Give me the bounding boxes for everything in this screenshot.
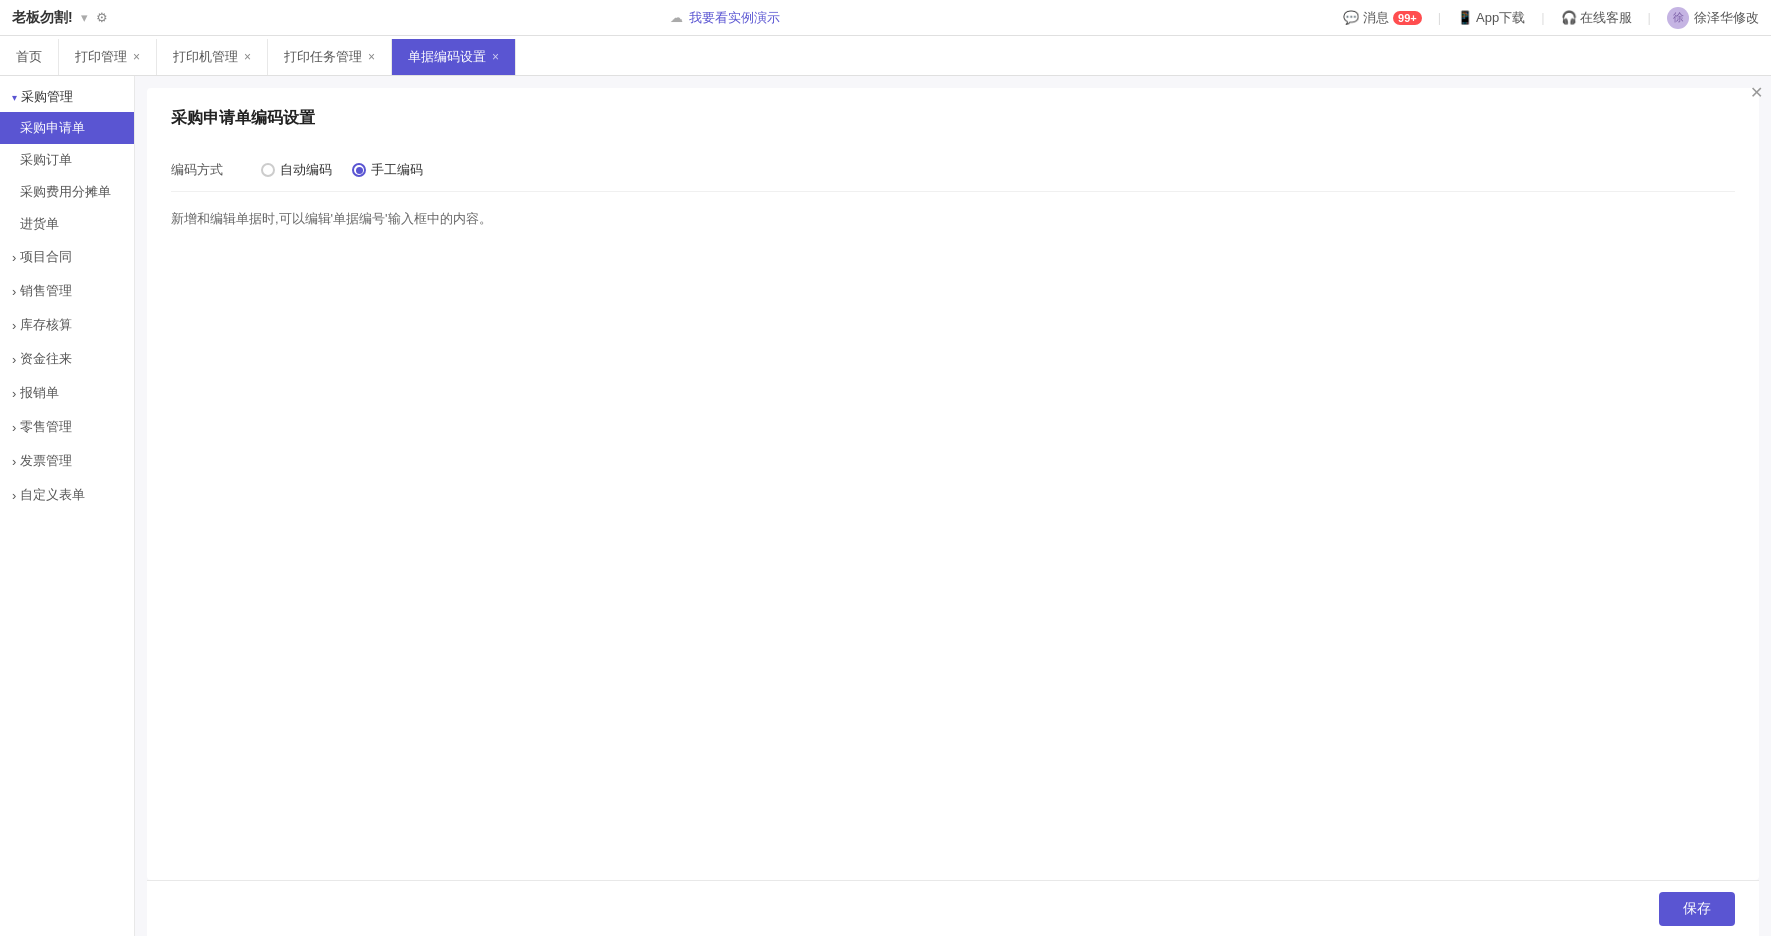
project-arrow-icon: › — [12, 250, 16, 265]
message-icon: 💬 — [1343, 10, 1359, 25]
encoding-label: 编码方式 — [171, 161, 231, 179]
notification-badge: 99+ — [1393, 11, 1422, 25]
sidebar-item-purchase-expense[interactable]: 采购费用分摊单 — [0, 176, 134, 208]
demo-link[interactable]: 我要看实例演示 — [689, 9, 780, 27]
cloud-icon: ☁ — [670, 10, 683, 25]
inventory-arrow-icon: › — [12, 318, 16, 333]
purchase-group-label: 采购管理 — [21, 88, 73, 106]
top-bar-divider: | — [1438, 10, 1441, 25]
custom-forms-arrow-icon: › — [12, 488, 16, 503]
top-bar: 老板勿割! ▾ ⚙ ☁ 我要看实例演示 💬 消息 99+ | 📱 App下载 |… — [0, 0, 1771, 36]
top-bar-right: 💬 消息 99+ | 📱 App下载 | 🎧 在线客服 | 徐 徐泽华修改 — [1343, 7, 1759, 29]
dropdown-icon[interactable]: ▾ — [81, 10, 88, 25]
main-layout: ▾ 采购管理 采购申请单 采购订单 采购费用分摊单 进货单 › 项目合同 › 销… — [0, 76, 1771, 936]
tab-home-label: 首页 — [16, 48, 42, 66]
app-download[interactable]: 📱 App下载 — [1457, 9, 1525, 27]
tab-print-mgmt[interactable]: 打印管理 × — [59, 39, 157, 75]
top-bar-divider2: | — [1541, 10, 1544, 25]
notification-area[interactable]: 💬 消息 99+ — [1343, 9, 1422, 27]
sales-arrow-icon: › — [12, 284, 16, 299]
radio-auto[interactable]: 自动编码 — [261, 161, 332, 179]
sidebar-group-funds[interactable]: › 资金往来 — [0, 342, 134, 376]
top-bar-center: ☁ 我要看实例演示 — [670, 9, 780, 27]
tab-home[interactable]: 首页 — [0, 39, 59, 75]
tab-barcode-settings[interactable]: 单据编码设置 × — [392, 39, 516, 75]
sidebar-group-invoice[interactable]: › 发票管理 — [0, 444, 134, 478]
radio-manual[interactable]: 手工编码 — [352, 161, 423, 179]
purchase-arrow-icon: ▾ — [12, 92, 17, 103]
funds-arrow-icon: › — [12, 352, 16, 367]
user-area[interactable]: 徐 徐泽华修改 — [1667, 7, 1759, 29]
returns-arrow-icon: › — [12, 386, 16, 401]
settings-icon[interactable]: ⚙ — [96, 10, 108, 25]
radio-group: 自动编码 手工编码 — [261, 161, 423, 179]
encoding-section: 编码方式 自动编码 手工编码 — [171, 149, 1735, 192]
page-title: 采购申请单编码设置 — [171, 108, 1735, 129]
tab-printer-mgmt[interactable]: 打印机管理 × — [157, 39, 268, 75]
tab-printer-mgmt-label: 打印机管理 — [173, 48, 238, 66]
sidebar-group-custom-forms[interactable]: › 自定义表单 — [0, 478, 134, 512]
sidebar-group-purchase: ▾ 采购管理 采购申请单 采购订单 采购费用分摊单 进货单 — [0, 80, 134, 240]
service-icon: 🎧 — [1561, 10, 1577, 25]
notification-label: 消息 — [1363, 9, 1389, 27]
tab-close-printer-mgmt[interactable]: × — [244, 50, 251, 64]
tab-close-print-mgmt[interactable]: × — [133, 50, 140, 64]
radio-auto-label: 自动编码 — [280, 161, 332, 179]
radio-manual-label: 手工编码 — [371, 161, 423, 179]
sidebar-group-project-contract[interactable]: › 项目合同 — [0, 240, 134, 274]
radio-auto-circle — [261, 163, 275, 177]
sidebar-group-returns[interactable]: › 报销单 — [0, 376, 134, 410]
sidebar-group-sales[interactable]: › 销售管理 — [0, 274, 134, 308]
tab-close-barcode-settings[interactable]: × — [492, 50, 499, 64]
tab-barcode-settings-label: 单据编码设置 — [408, 48, 486, 66]
tab-print-task-mgmt[interactable]: 打印任务管理 × — [268, 39, 392, 75]
tab-close-print-task-mgmt[interactable]: × — [368, 50, 375, 64]
save-button[interactable]: 保存 — [1659, 892, 1735, 926]
logo-text: 老板勿割! — [12, 9, 73, 27]
close-all-tabs-button[interactable]: ✕ — [1750, 83, 1763, 102]
radio-manual-circle — [352, 163, 366, 177]
avatar: 徐 — [1667, 7, 1689, 29]
tab-print-task-mgmt-label: 打印任务管理 — [284, 48, 362, 66]
app-icon: 📱 — [1457, 10, 1473, 25]
sidebar-item-purchase-request[interactable]: 采购申请单 — [0, 112, 134, 144]
hint-text: 新增和编辑单据时,可以编辑'单据编号'输入框中的内容。 — [171, 210, 1735, 228]
sidebar: ▾ 采购管理 采购申请单 采购订单 采购费用分摊单 进货单 › 项目合同 › 销… — [0, 76, 135, 936]
sidebar-group-inventory[interactable]: › 库存核算 — [0, 308, 134, 342]
sidebar-item-stock-in[interactable]: 进货单 — [0, 208, 134, 240]
content-footer: 保存 — [147, 880, 1759, 936]
username: 徐泽华修改 — [1694, 9, 1759, 27]
online-service[interactable]: 🎧 在线客服 — [1561, 9, 1632, 27]
top-bar-divider3: | — [1648, 10, 1651, 25]
tab-print-mgmt-label: 打印管理 — [75, 48, 127, 66]
top-bar-left: 老板勿割! ▾ ⚙ — [12, 9, 108, 27]
invoice-arrow-icon: › — [12, 454, 16, 469]
content-area: 采购申请单编码设置 编码方式 自动编码 手工编码 新增和编辑单据时,可 — [135, 76, 1771, 936]
sidebar-group-purchase-title[interactable]: ▾ 采购管理 — [0, 80, 134, 112]
content-inner: 采购申请单编码设置 编码方式 自动编码 手工编码 新增和编辑单据时,可 — [147, 88, 1759, 880]
sidebar-item-purchase-order[interactable]: 采购订单 — [0, 144, 134, 176]
tab-bar: 首页 打印管理 × 打印机管理 × 打印任务管理 × 单据编码设置 × ✕ — [0, 36, 1771, 76]
sidebar-group-retail[interactable]: › 零售管理 — [0, 410, 134, 444]
retail-arrow-icon: › — [12, 420, 16, 435]
